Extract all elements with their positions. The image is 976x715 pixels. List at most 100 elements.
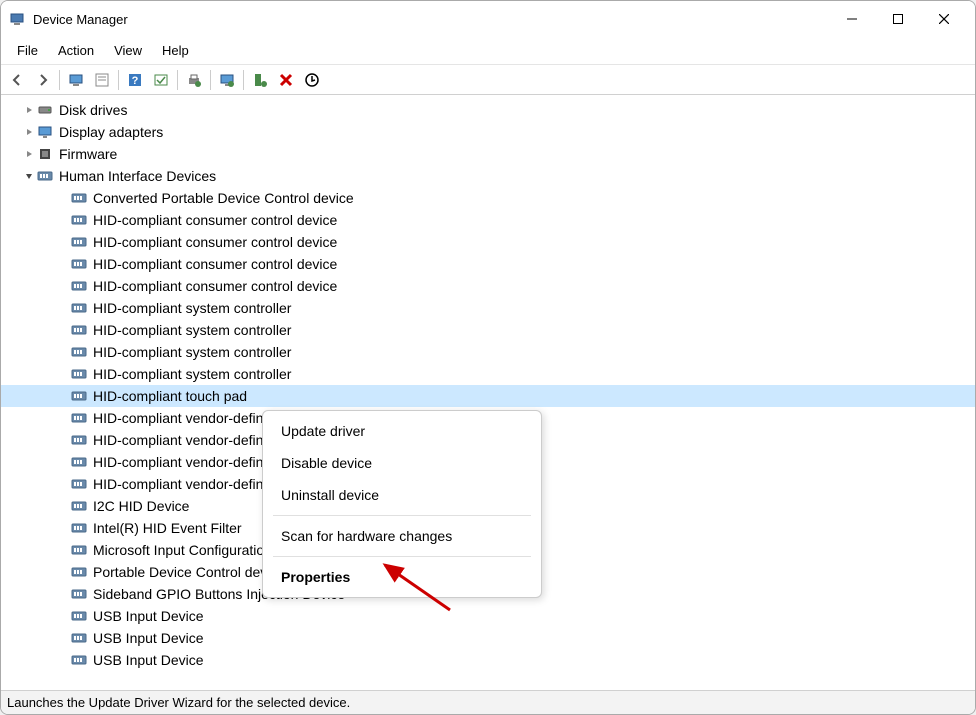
- device-icon: [71, 630, 87, 646]
- context-menu-separator: [273, 515, 531, 516]
- tree-device-item[interactable]: USB Input Device: [1, 649, 975, 671]
- tree-category[interactable]: Firmware: [1, 143, 975, 165]
- device-label: HID-compliant system controller: [93, 366, 291, 382]
- menu-help[interactable]: Help: [152, 39, 199, 62]
- category-icon: [37, 146, 53, 162]
- window-title: Device Manager: [33, 12, 829, 27]
- device-label: I2C HID Device: [93, 498, 189, 514]
- device-icon: [71, 652, 87, 668]
- category-label: Disk drives: [59, 102, 127, 118]
- minimize-button[interactable]: [829, 1, 875, 37]
- tree-device-item[interactable]: HID-compliant consumer control device: [1, 209, 975, 231]
- tree-device-item[interactable]: HID-compliant consumer control device: [1, 231, 975, 253]
- menu-action[interactable]: Action: [48, 39, 104, 62]
- device-icon: [71, 432, 87, 448]
- device-icon: [71, 278, 87, 294]
- chevron-icon[interactable]: [21, 124, 37, 140]
- context-menu-item[interactable]: Properties: [263, 561, 541, 593]
- device-label: HID-compliant system controller: [93, 300, 291, 316]
- device-label: HID-compliant touch pad: [93, 388, 247, 404]
- device-label: HID-compliant consumer control device: [93, 278, 337, 294]
- device-icon: [71, 234, 87, 250]
- tree-device-item[interactable]: HID-compliant consumer control device: [1, 275, 975, 297]
- tree-category[interactable]: Disk drives: [1, 99, 975, 121]
- category-icon: [37, 168, 53, 184]
- device-icon: [71, 542, 87, 558]
- help-button[interactable]: ?: [123, 68, 147, 92]
- tree-device-item[interactable]: HID-compliant system controller: [1, 297, 975, 319]
- separator: [243, 70, 244, 90]
- tree-device-item[interactable]: HID-compliant system controller: [1, 363, 975, 385]
- device-tree[interactable]: Disk drives Display adapters Firmware Human…: [1, 95, 975, 690]
- context-menu-item[interactable]: Update driver: [263, 415, 541, 447]
- svg-text:?: ?: [132, 75, 139, 87]
- tree-device-item[interactable]: HID-compliant system controller: [1, 341, 975, 363]
- device-label: Intel(R) HID Event Filter: [93, 520, 242, 536]
- context-menu-item[interactable]: Scan for hardware changes: [263, 520, 541, 552]
- device-icon: [71, 586, 87, 602]
- category-label: Display adapters: [59, 124, 163, 140]
- device-manager-window: Device Manager File Action View Help ? D…: [0, 0, 976, 715]
- separator: [59, 70, 60, 90]
- device-icon: [71, 388, 87, 404]
- device-label: HID-compliant system controller: [93, 344, 291, 360]
- properties-button[interactable]: [90, 68, 114, 92]
- forward-button[interactable]: [31, 68, 55, 92]
- tree-device-item[interactable]: Converted Portable Device Control device: [1, 187, 975, 209]
- device-label: HID-compliant consumer control device: [93, 256, 337, 272]
- device-label: HID-compliant system controller: [93, 322, 291, 338]
- device-icon: [71, 256, 87, 272]
- print-button[interactable]: [182, 68, 206, 92]
- chevron-icon[interactable]: [21, 146, 37, 162]
- device-label: USB Input Device: [93, 652, 204, 668]
- status-text: Launches the Update Driver Wizard for th…: [7, 695, 350, 710]
- chevron-icon[interactable]: [21, 168, 37, 184]
- device-icon: [71, 366, 87, 382]
- menu-view[interactable]: View: [104, 39, 152, 62]
- uninstall-button[interactable]: [300, 68, 324, 92]
- back-button[interactable]: [5, 68, 29, 92]
- chevron-icon[interactable]: [21, 102, 37, 118]
- menu-file[interactable]: File: [7, 39, 48, 62]
- device-icon: [71, 476, 87, 492]
- maximize-button[interactable]: [875, 1, 921, 37]
- device-label: HID-compliant consumer control device: [93, 212, 337, 228]
- device-icon: [71, 344, 87, 360]
- tree-device-item[interactable]: USB Input Device: [1, 627, 975, 649]
- separator: [210, 70, 211, 90]
- device-icon: [71, 300, 87, 316]
- device-label: HID-compliant consumer control device: [93, 234, 337, 250]
- disable-button[interactable]: [274, 68, 298, 92]
- titlebar: Device Manager: [1, 1, 975, 37]
- category-label: Firmware: [59, 146, 117, 162]
- computer-button[interactable]: [64, 68, 88, 92]
- device-icon: [71, 498, 87, 514]
- app-icon: [9, 11, 25, 27]
- device-label: USB Input Device: [93, 608, 204, 624]
- tree-device-item[interactable]: HID-compliant touch pad: [1, 385, 975, 407]
- context-menu-item[interactable]: Disable device: [263, 447, 541, 479]
- category-icon: [37, 102, 53, 118]
- separator: [177, 70, 178, 90]
- context-menu-separator: [273, 556, 531, 557]
- context-menu-item[interactable]: Uninstall device: [263, 479, 541, 511]
- tree-category[interactable]: Display adapters: [1, 121, 975, 143]
- statusbar: Launches the Update Driver Wizard for th…: [1, 690, 975, 714]
- device-icon: [71, 520, 87, 536]
- category-icon: [37, 124, 53, 140]
- device-icon: [71, 608, 87, 624]
- device-label: Portable Device Control device: [93, 564, 285, 580]
- tree-device-item[interactable]: HID-compliant system controller: [1, 319, 975, 341]
- tree-category[interactable]: Human Interface Devices: [1, 165, 975, 187]
- device-label: USB Input Device: [93, 630, 204, 646]
- device-icon: [71, 454, 87, 470]
- scan-button[interactable]: [248, 68, 272, 92]
- monitor-button[interactable]: [215, 68, 239, 92]
- tree-device-item[interactable]: HID-compliant consumer control device: [1, 253, 975, 275]
- toolbar: ?: [1, 65, 975, 95]
- device-icon: [71, 410, 87, 426]
- tree-device-item[interactable]: USB Input Device: [1, 605, 975, 627]
- close-button[interactable]: [921, 1, 967, 37]
- device-icon: [71, 190, 87, 206]
- show-hidden-button[interactable]: [149, 68, 173, 92]
